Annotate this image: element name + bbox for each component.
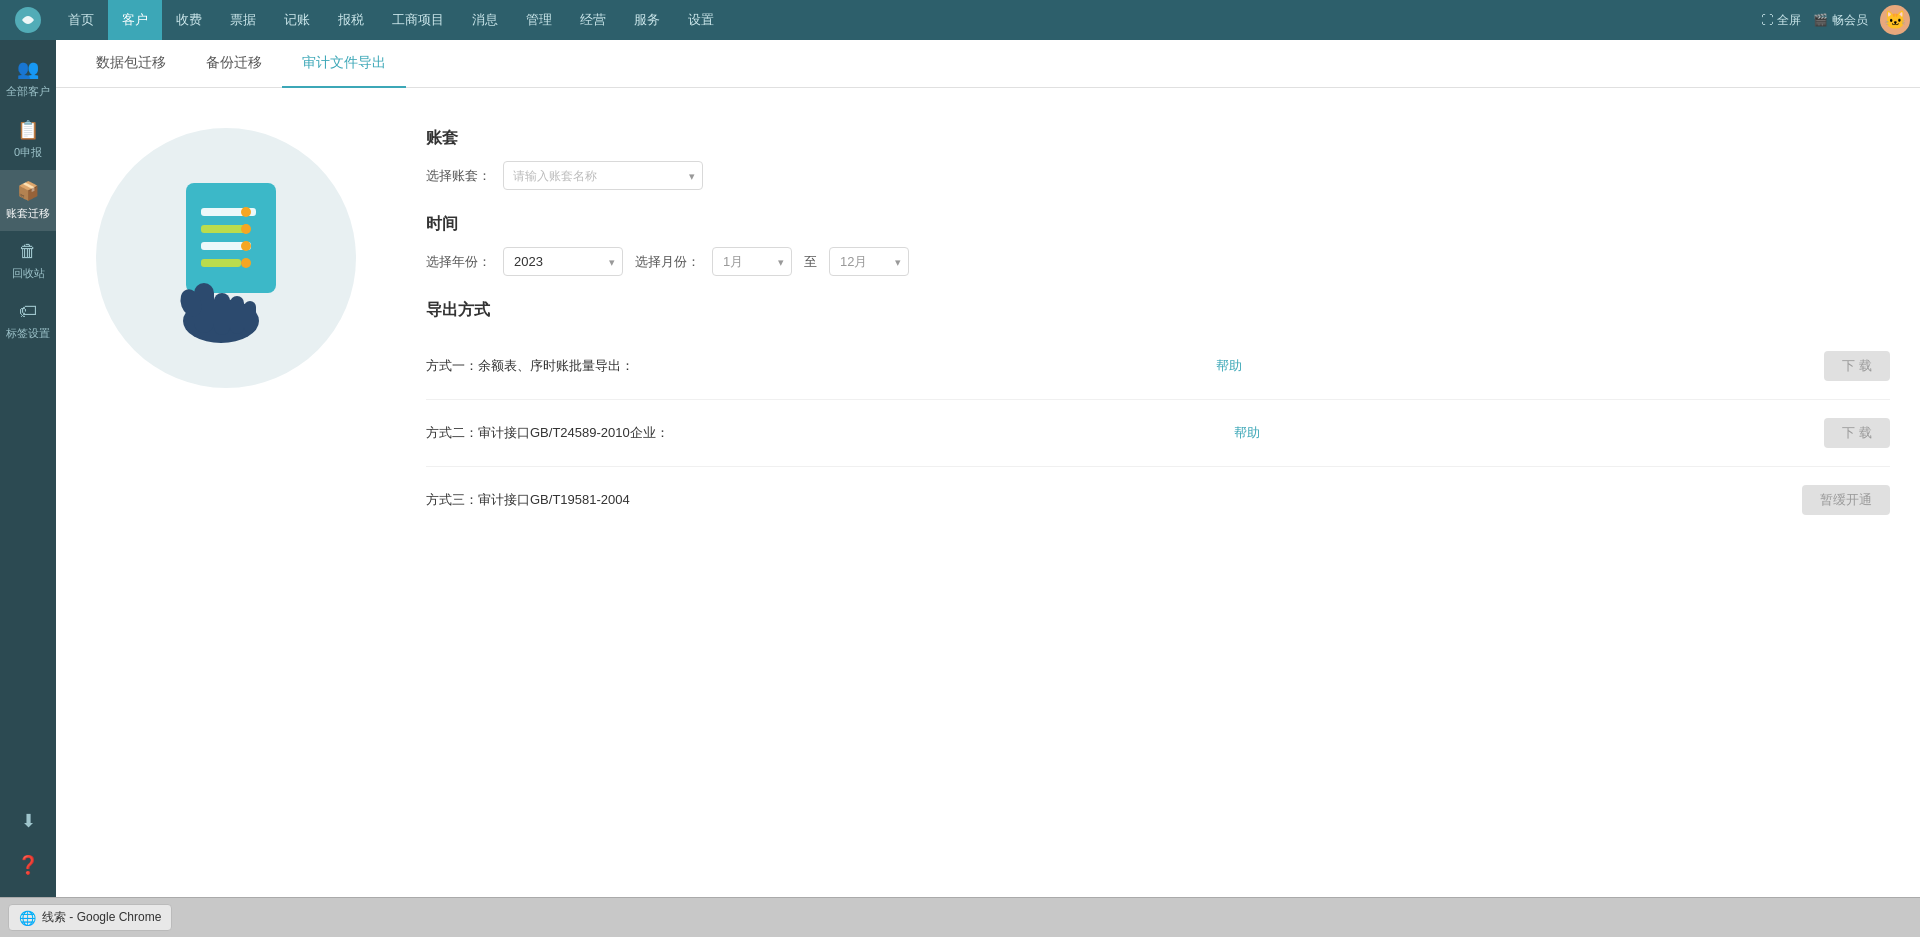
customers-icon: 👥	[17, 58, 39, 80]
taskbar-chrome-label: 线索 - Google Chrome	[42, 909, 161, 926]
svg-point-9	[241, 258, 251, 268]
migration-icon: 📦	[17, 180, 39, 202]
nav-right-actions: ⛶ 全屏 🎬 畅会员 🐱	[1761, 5, 1910, 35]
recycle-icon: 🗑	[19, 241, 37, 262]
nav-business[interactable]: 工商项目	[378, 0, 458, 40]
year-select-wrapper: 2023 2022 2021	[503, 247, 623, 276]
sidebar-item-zero-declaration[interactable]: 📋 0申报	[0, 109, 56, 170]
nav-customer[interactable]: 客户	[108, 0, 162, 40]
taskbar-chrome-item[interactable]: 🌐 线索 - Google Chrome	[8, 904, 172, 931]
svg-point-7	[241, 224, 251, 234]
account-select-row: 选择账套： 请输入账套名称	[426, 161, 1890, 190]
nav-invoice[interactable]: 票据	[216, 0, 270, 40]
form-area: 账套 选择账套： 请输入账套名称 时间	[426, 118, 1890, 533]
export-method-1-download-button[interactable]: 下 载	[1824, 351, 1890, 381]
time-select-row: 选择年份： 2023 2022 2021 选择月份： 1月	[426, 247, 1890, 276]
nav-tax[interactable]: 报税	[324, 0, 378, 40]
nav-manage[interactable]: 管理	[512, 0, 566, 40]
nav-home[interactable]: 首页	[54, 0, 108, 40]
year-select-label: 选择年份：	[426, 253, 491, 271]
nav-operation[interactable]: 经营	[566, 0, 620, 40]
sidebar-item-account-migration[interactable]: 📦 账套迁移	[0, 170, 56, 231]
year-select[interactable]: 2023 2022 2021	[503, 247, 623, 276]
export-method-1-label: 方式一：余额表、序时账批量导出：	[426, 357, 634, 375]
svg-rect-5	[201, 259, 241, 267]
svg-rect-1	[186, 183, 276, 293]
export-method-2-label: 方式二：审计接口GB/T24589-2010企业：	[426, 424, 669, 442]
svg-rect-13	[230, 296, 244, 334]
main-layout: 👥 全部客户 📋 0申报 📦 账套迁移 🗑 回收站 🏷 标签设置 ⬇ ❓ 数据包…	[0, 40, 1920, 897]
sidebar-download-icon[interactable]: ⬇	[0, 801, 56, 841]
account-select-wrapper: 请输入账套名称	[503, 161, 703, 190]
tabs-bar: 数据包迁移 备份迁移 审计文件导出	[56, 40, 1920, 88]
sidebar-bottom: ⬇ ❓	[0, 801, 56, 897]
month-end-wrapper: 1月 2月 3月 4月 5月 6月 7月 8月 9月 10月 11月	[829, 247, 909, 276]
export-method-1-help[interactable]: 帮助	[1216, 357, 1242, 375]
nav-settings[interactable]: 设置	[674, 0, 728, 40]
time-separator: 至	[804, 253, 817, 271]
page-content: 账套 选择账套： 请输入账套名称 时间	[56, 88, 1920, 897]
export-method-1: 方式一：余额表、序时账批量导出： 帮助 下 载	[426, 333, 1890, 400]
time-section: 时间 选择年份： 2023 2022 2021 选择月份：	[426, 214, 1890, 276]
export-section-title: 导出方式	[426, 300, 1890, 321]
nav-menu: 首页 客户 收费 票据 记账 报税 工商项目 消息 管理 经营 服务 设置	[54, 0, 1761, 40]
month-start-select[interactable]: 1月 2月 3月 4月 5月 6月 7月 8月 9月 10月 11月	[712, 247, 792, 276]
account-section: 账套 选择账套： 请输入账套名称	[426, 128, 1890, 190]
export-method-2: 方式二：审计接口GB/T24589-2010企业： 帮助 下 载	[426, 400, 1890, 467]
tab-audit-export[interactable]: 审计文件导出	[282, 40, 406, 88]
fullscreen-button[interactable]: ⛶ 全屏	[1761, 12, 1801, 29]
nav-message[interactable]: 消息	[458, 0, 512, 40]
illustration-circle	[96, 128, 356, 388]
export-section: 导出方式 方式一：余额表、序时账批量导出： 帮助 下 载 方式二：审计接口GB/…	[426, 300, 1890, 533]
export-method-3: 方式三：审计接口GB/T19581-2004 暂缓开通	[426, 467, 1890, 533]
svg-rect-14	[244, 301, 256, 333]
nav-fee[interactable]: 收费	[162, 0, 216, 40]
sidebar-item-all-customers[interactable]: 👥 全部客户	[0, 48, 56, 109]
month-select-label: 选择月份：	[635, 253, 700, 271]
tab-backup-migration[interactable]: 备份迁移	[186, 40, 282, 88]
svg-rect-3	[201, 225, 246, 233]
export-method-2-download-button[interactable]: 下 载	[1824, 418, 1890, 448]
time-section-title: 时间	[426, 214, 1890, 235]
sidebar: 👥 全部客户 📋 0申报 📦 账套迁移 🗑 回收站 🏷 标签设置 ⬇ ❓	[0, 40, 56, 897]
sidebar-help-icon[interactable]: ❓	[0, 845, 56, 885]
account-section-title: 账套	[426, 128, 1890, 149]
declaration-icon: 📋	[17, 119, 39, 141]
month-end-select[interactable]: 1月 2月 3月 4月 5月 6月 7月 8月 9月 10月 11月	[829, 247, 909, 276]
export-method-3-label: 方式三：审计接口GB/T19581-2004	[426, 491, 630, 509]
illustration-area	[86, 118, 366, 398]
nav-bookkeeping[interactable]: 记账	[270, 0, 324, 40]
export-method-2-help[interactable]: 帮助	[1234, 424, 1260, 442]
svg-point-8	[241, 241, 251, 251]
top-navigation: 首页 客户 收费 票据 记账 报税 工商项目 消息 管理 经营 服务 设置 ⛶ …	[0, 0, 1920, 40]
account-select-label: 选择账套：	[426, 167, 491, 185]
content-area: 数据包迁移 备份迁移 审计文件导出	[56, 40, 1920, 897]
month-start-wrapper: 1月 2月 3月 4月 5月 6月 7月 8月 9月 10月 11月	[712, 247, 792, 276]
chrome-icon: 🌐	[19, 910, 36, 926]
svg-rect-12	[214, 293, 230, 335]
fullscreen-icon: ⛶	[1761, 13, 1773, 27]
vip-icon: 🎬	[1813, 13, 1828, 27]
avatar[interactable]: 🐱	[1880, 5, 1910, 35]
taskbar: 🌐 线索 - Google Chrome	[0, 897, 1920, 937]
nav-service[interactable]: 服务	[620, 0, 674, 40]
vip-button[interactable]: 🎬 畅会员	[1813, 12, 1868, 29]
sidebar-item-tag-settings[interactable]: 🏷 标签设置	[0, 291, 56, 351]
export-method-3-coming-soon-button[interactable]: 暂缓开通	[1802, 485, 1890, 515]
account-select[interactable]	[503, 161, 703, 190]
svg-point-6	[241, 207, 251, 217]
sidebar-item-recycle[interactable]: 🗑 回收站	[0, 231, 56, 291]
app-logo	[10, 2, 46, 38]
tab-data-migration[interactable]: 数据包迁移	[76, 40, 186, 88]
tag-icon: 🏷	[19, 301, 37, 322]
